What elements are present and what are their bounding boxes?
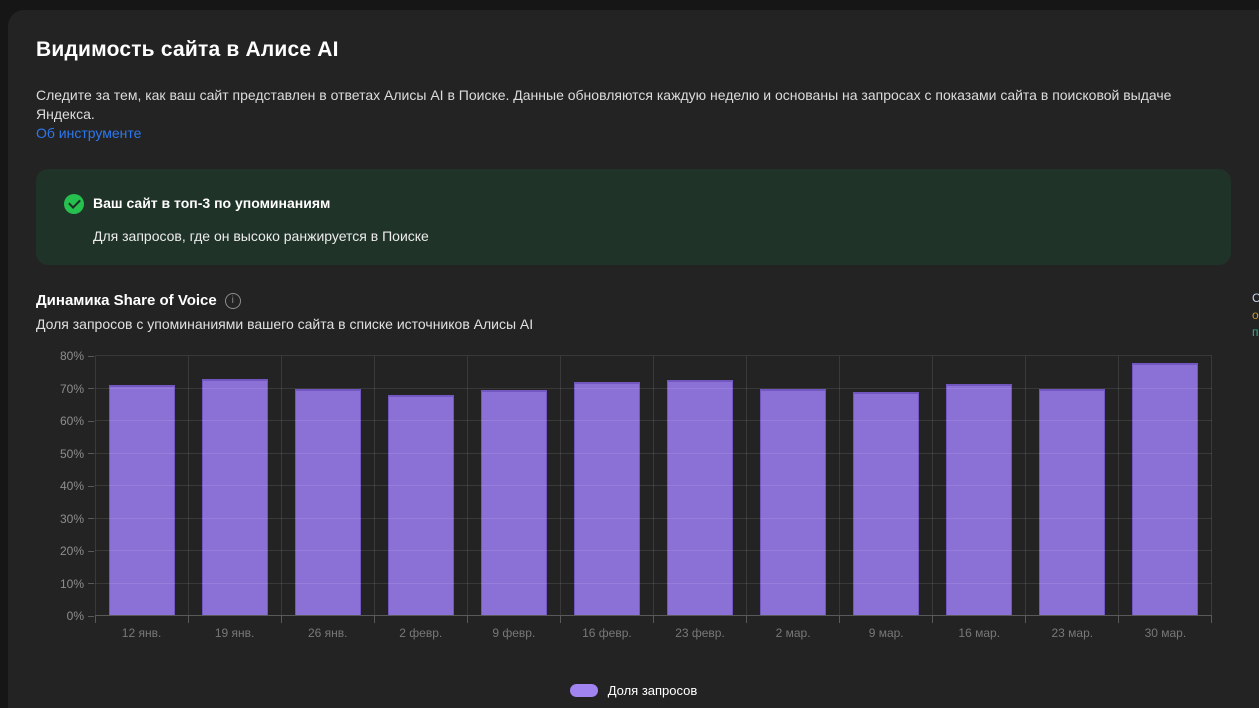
y-axis-tick [88,583,94,584]
y-axis-tick [88,355,94,357]
page-title: Видимость сайта в Алисе AI [36,38,339,61]
y-axis-label: 70% [59,381,84,396]
x-axis-tick [467,616,468,623]
x-axis-label: 2 февр. [399,626,443,640]
x-axis-tick [1211,616,1212,623]
x-axis-tick [281,616,282,623]
chart-header: Динамика Share of Voice Доля запросов с … [36,292,1231,332]
x-axis-tick [653,616,654,623]
about-tool-link[interactable]: Об инструменте [36,124,141,143]
y-axis-label: 80% [59,349,84,363]
legend-label: Доля запросов [607,683,698,698]
chart-category-slot [95,356,188,623]
chart-category-slot [1025,356,1118,623]
x-axis-line [95,615,1212,616]
chart-category-slot [374,356,467,623]
chart-category-slot [281,356,374,623]
y-axis-label: 0% [66,609,84,623]
bar-16-мар[interactable] [945,383,1013,616]
info-circle-icon[interactable] [224,293,241,309]
gridline [95,582,1212,584]
y-axis-tick [88,485,94,487]
x-axis-labels: 12 янв. 19 янв. 26 янв. 2 февр. 9 февр. 16 фе… [95,626,1212,641]
y-axis-tick [88,453,94,454]
x-axis-tick [839,616,840,623]
y-axis-tick [88,388,94,389]
chart-category-slot [467,356,560,623]
bar-23-февр[interactable] [666,380,734,616]
y-axis-tick [88,420,94,422]
x-axis-tick [560,616,561,623]
y-axis-label: 40% [59,479,84,493]
bars-row [95,356,1212,623]
chart-category-slot [653,356,746,623]
x-axis-label: 19 янв. [214,626,255,640]
x-axis-label: 26 янв. [307,626,348,640]
gridline [95,452,1212,454]
page-description-block: Следите за тем, как ваш сайт представлен… [36,86,1231,143]
clipped-edge-text: Соп [1252,290,1259,341]
gridline [95,517,1212,519]
x-axis-label: 30 мар. [1144,626,1187,640]
visibility-card: Видимость сайта в Алисе AI Следите за те… [8,10,1259,708]
status-banner-title: Ваш сайт в топ-3 по упоминаниям [93,195,331,211]
gridline [95,420,1212,421]
page-description: Следите за тем, как ваш сайт представлен… [36,87,1172,122]
chart-category-slot [1118,356,1212,623]
chart-category-slot [560,356,653,623]
x-axis-label: 16 мар. [958,626,1001,640]
chart-category-slot [839,356,932,623]
y-axis-tick [88,518,94,519]
clipped-text-fragment: о [1252,308,1259,322]
legend-swatch [569,684,598,697]
chart-legend[interactable]: Доля запросов [36,683,1231,698]
x-axis-label: 23 мар. [1051,626,1094,640]
x-axis-tick [1025,616,1026,623]
status-banner-subtitle: Для запросов, где он высоко ранжируется … [93,228,429,244]
clipped-text-fragment: п [1252,325,1259,339]
chart-plot: 0% 10% 20% 30% 40% 50% 60% 70% 80% [60,349,1212,623]
chart-category-slot [188,356,281,623]
bar-19-янв[interactable] [201,378,269,616]
gridline [95,550,1212,551]
x-axis-tick [374,616,375,623]
status-banner-text: Ваш сайт в топ-3 по упоминаниям Для запр… [93,195,429,244]
bar-30-мар[interactable] [1131,362,1199,616]
x-axis-tick [932,616,933,623]
x-axis-tick [746,616,747,623]
y-axis-label: 50% [59,446,84,461]
chart-category-slot [746,356,839,623]
x-axis-tick [95,616,96,623]
x-axis-label: 9 февр. [492,626,536,640]
bar-16-февр[interactable] [573,382,641,616]
chart-title: Динамика Share of Voice [36,292,217,309]
chart-category-slot [932,356,1025,623]
gridline [95,355,1212,356]
x-axis-label: 23 февр. [675,626,725,640]
y-axis-label: 30% [59,511,84,526]
check-circle-icon [64,194,84,214]
status-banner: Ваш сайт в топ-3 по упоминаниям Для запр… [36,169,1231,265]
x-axis-tick [188,616,189,623]
gridline [95,485,1212,486]
x-axis-label: 16 февр. [582,626,632,640]
x-axis-tick [1118,616,1119,623]
x-axis-label: 9 мар. [868,626,904,640]
gridline [95,387,1212,389]
y-axis-tick [88,615,94,617]
x-axis-label: 2 мар. [775,626,811,640]
y-axis-label: 10% [59,576,84,591]
y-axis-label: 60% [59,414,84,428]
chart-subtitle: Доля запросов с упоминаниями вашего сайт… [36,316,534,332]
x-axis-label: 12 янв. [121,626,162,640]
clipped-text-fragment: С [1252,291,1259,305]
y-axis-label: 20% [59,544,84,558]
y-axis-tick [88,550,94,552]
